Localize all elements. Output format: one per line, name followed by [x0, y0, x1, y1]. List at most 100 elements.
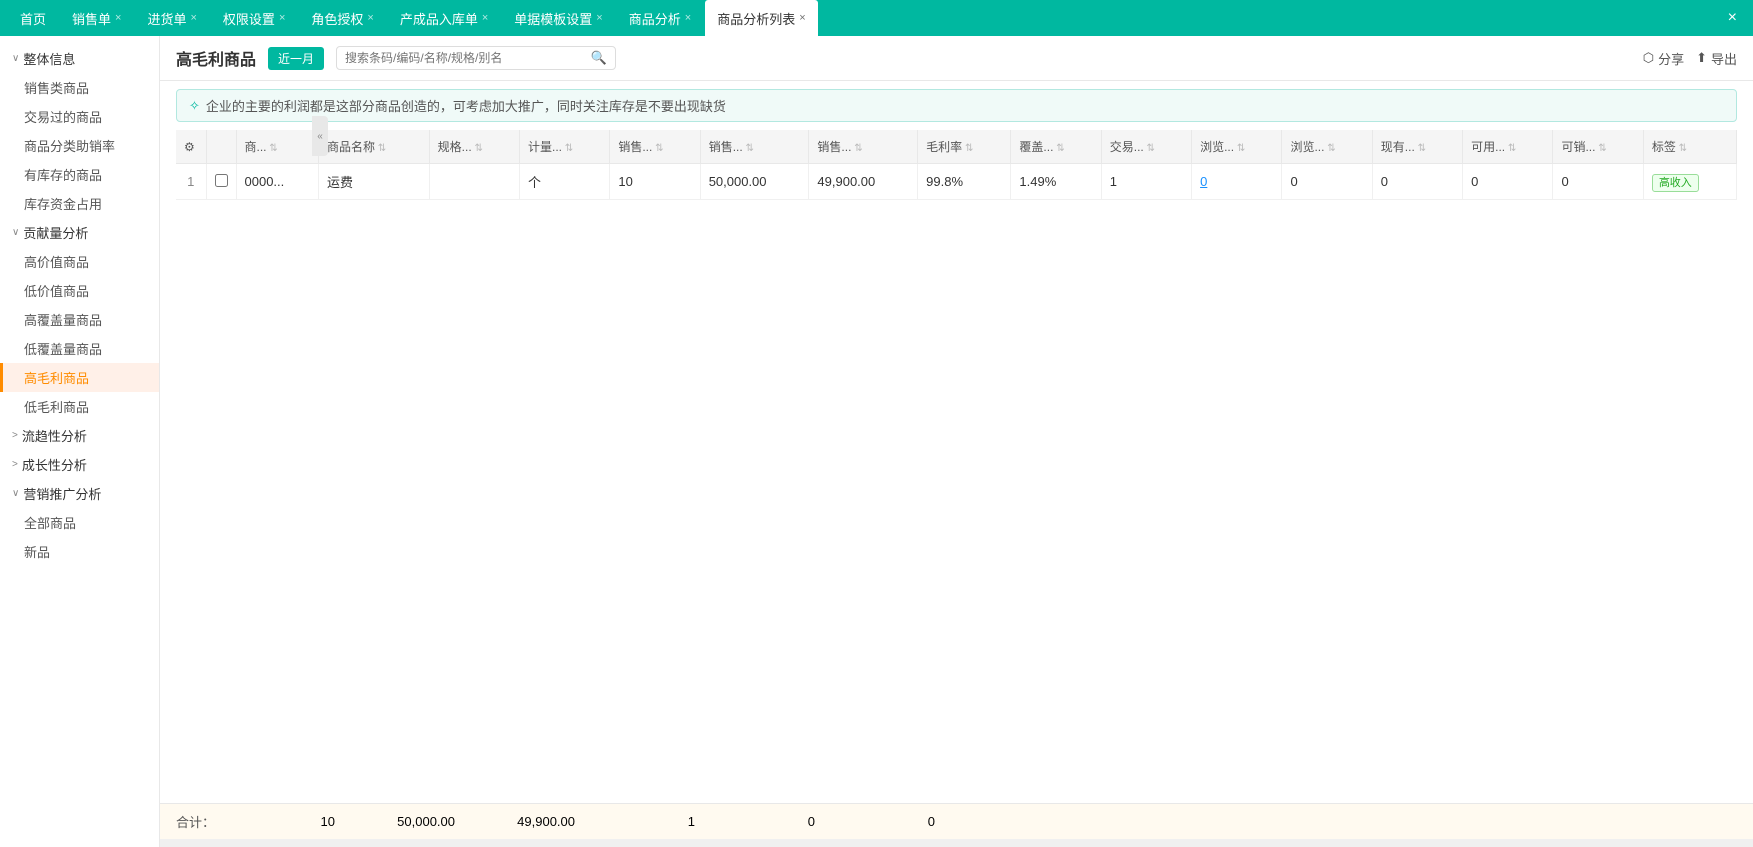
sort-icon[interactable]: ⇅ — [1676, 143, 1687, 154]
cell-stock_available: 0 — [1463, 164, 1553, 200]
sort-icon[interactable]: ⇅ — [962, 143, 973, 154]
col-header-spec[interactable]: 规格... ⇅ — [429, 130, 519, 164]
export-button[interactable]: ⬆ 导出 — [1696, 49, 1737, 68]
nav-tab-首页[interactable]: 首页 — [8, 0, 58, 36]
nav-tab-进货单[interactable]: 进货单× — [135, 0, 208, 36]
sidebar-item-有库存的商品[interactable]: 有库存的商品 — [0, 160, 159, 189]
col-header-tag[interactable]: 标签 ⇅ — [1643, 130, 1736, 164]
row-checkbox-cell[interactable] — [206, 164, 236, 200]
sort-icon[interactable]: ⇅ — [375, 143, 386, 154]
sidebar-item-低覆盖量商品[interactable]: 低覆盖量商品 — [0, 334, 159, 363]
banner-text: 企业的主要的利润都是这部分商品创造的，可考虑加大推广，同时关注库存是不要出现缺货 — [206, 96, 726, 115]
group-label: 营销推广分析 — [23, 484, 101, 503]
sort-icon[interactable]: ⇅ — [743, 143, 754, 154]
sidebar-item-全部商品[interactable]: 全部商品 — [0, 508, 159, 537]
bottom-scrollbar[interactable] — [160, 839, 1753, 847]
col-header-name[interactable]: 商品名称 ⇅ — [318, 130, 429, 164]
sidebar-item-低毛利商品[interactable]: 低毛利商品 — [0, 392, 159, 421]
share-button[interactable]: ⬡ 分享 — [1643, 49, 1684, 68]
nav-tab-商品分析[interactable]: 商品分析× — [617, 0, 703, 36]
col-header-sales_amount[interactable]: 销售... ⇅ — [700, 130, 809, 164]
sort-icon[interactable]: ⇅ — [267, 143, 278, 154]
sidebar-group-整体信息[interactable]: ∨ 整体信息 — [0, 44, 159, 73]
sort-icon[interactable]: ⇅ — [1144, 143, 1155, 154]
nav-tab-产成品入库单[interactable]: 产成品入库单× — [388, 0, 500, 36]
col-header-stock_sellable[interactable]: 可销... ⇅ — [1553, 130, 1643, 164]
sort-icon[interactable]: ⇅ — [1234, 143, 1245, 154]
nav-tab-单据模板设置[interactable]: 单据模板设置× — [502, 0, 614, 36]
group-arrow-icon: > — [12, 459, 18, 470]
close-tab-icon[interactable]: × — [685, 12, 691, 24]
sidebar-item-库存资金占用[interactable]: 库存资金占用 — [0, 189, 159, 218]
col-header-code[interactable]: 商... ⇅ — [236, 130, 318, 164]
sidebar-item-低价值商品[interactable]: 低价值商品 — [0, 276, 159, 305]
sidebar-group-贡献量分析[interactable]: ∨ 贡献量分析 — [0, 218, 159, 247]
sidebar-collapse-button[interactable]: « — [312, 116, 328, 156]
nav-tab-商品分析列表[interactable]: 商品分析列表× — [705, 0, 817, 36]
col-header-sales_profit[interactable]: 销售... ⇅ — [809, 130, 918, 164]
close-tab-icon[interactable]: × — [799, 12, 805, 24]
sort-icon[interactable]: ⇅ — [1324, 143, 1335, 154]
sidebar-item-商品分类助销率[interactable]: 商品分类助销率 — [0, 131, 159, 160]
col-header-gross_margin[interactable]: 毛利率 ⇅ — [918, 130, 1011, 164]
sort-icon[interactable]: ⇅ — [1415, 143, 1426, 154]
sidebar-group-营销推广分析[interactable]: ∨营销推广分析 — [0, 479, 159, 508]
close-tab-icon[interactable]: × — [115, 12, 121, 24]
close-tab-icon[interactable]: × — [596, 12, 602, 24]
close-tab-icon[interactable]: × — [190, 12, 196, 24]
col-header-views2[interactable]: 浏览... ⇅ — [1282, 130, 1372, 164]
cell-transaction: 1 — [1101, 164, 1191, 200]
cell-views2: 0 — [1282, 164, 1372, 200]
close-tab-icon[interactable]: × — [279, 12, 285, 24]
sort-icon[interactable]: ⇅ — [472, 143, 483, 154]
col-header-transaction[interactable]: 交易... ⇅ — [1101, 130, 1191, 164]
content-area: 高毛利商品 近一月 🔍 ⬡ 分享 ⬆ 导出 ✧ 企业的主要的利润都是这部分商品创… — [160, 36, 1753, 847]
sidebar-item-高覆盖量商品[interactable]: 高覆盖量商品 — [0, 305, 159, 334]
group-label: 贡献量分析 — [23, 223, 88, 242]
group-label: 流趋性分析 — [22, 426, 87, 445]
row-checkbox[interactable] — [215, 174, 228, 187]
col-header-coverage[interactable]: 覆盖... ⇅ — [1011, 130, 1101, 164]
sort-icon[interactable]: ⇅ — [1053, 143, 1064, 154]
window-close-button[interactable]: × — [1720, 9, 1745, 27]
col-header-views1[interactable]: 浏览... ⇅ — [1192, 130, 1282, 164]
footer-stock-current: 0 — [735, 814, 815, 829]
group-arrow-icon: ∨ — [12, 53, 19, 64]
sort-icon[interactable]: ⇅ — [652, 143, 663, 154]
sort-icon[interactable]: ⇅ — [1595, 143, 1606, 154]
footer-sales-qty: 10 — [255, 814, 335, 829]
sidebar-item-高价值商品[interactable]: 高价值商品 — [0, 247, 159, 276]
search-icon[interactable]: 🔍 — [591, 50, 607, 66]
sort-icon[interactable]: ⇅ — [562, 143, 573, 154]
col-header-stock_current[interactable]: 现有... ⇅ — [1372, 130, 1462, 164]
col-header-sales_qty[interactable]: 销售... ⇅ — [610, 130, 700, 164]
sidebar-group-流趋性分析[interactable]: >流趋性分析 — [0, 421, 159, 450]
sidebar-item-新品[interactable]: 新品 — [0, 537, 159, 566]
info-banner: ✧ 企业的主要的利润都是这部分商品创造的，可考虑加大推广，同时关注库存是不要出现… — [176, 89, 1737, 122]
sidebar-item-销售类商品[interactable]: 销售类商品 — [0, 73, 159, 102]
export-icon: ⬆ — [1696, 50, 1707, 66]
close-tab-icon[interactable]: × — [482, 12, 488, 24]
sort-icon[interactable]: ⇅ — [851, 143, 862, 154]
sort-icon[interactable]: ⇅ — [1505, 143, 1516, 154]
col-header-stock_available[interactable]: 可用... ⇅ — [1463, 130, 1553, 164]
cell-gross_margin: 99.8% — [918, 164, 1011, 200]
nav-tab-权限设置[interactable]: 权限设置× — [211, 0, 297, 36]
group-arrow-icon: ∨ — [12, 227, 19, 238]
group-label: 整体信息 — [23, 49, 75, 68]
sidebar-item-交易过的商品[interactable]: 交易过的商品 — [0, 102, 159, 131]
cell-stock_current: 0 — [1372, 164, 1462, 200]
cell-views1[interactable]: 0 — [1192, 164, 1282, 200]
nav-tab-角色授权[interactable]: 角色授权× — [299, 0, 385, 36]
nav-tab-销售单[interactable]: 销售单× — [60, 0, 133, 36]
period-button[interactable]: 近一月 — [268, 47, 324, 70]
footer-sales-amount: 50,000.00 — [375, 814, 455, 829]
search-input[interactable] — [345, 51, 585, 65]
tag-badge: 高收入 — [1652, 174, 1699, 192]
close-tab-icon[interactable]: × — [367, 12, 373, 24]
sidebar-group-成长性分析[interactable]: >成长性分析 — [0, 450, 159, 479]
col-header-unit[interactable]: 计量... ⇅ — [520, 130, 610, 164]
sidebar-item-高毛利商品[interactable]: 高毛利商品 — [0, 363, 159, 392]
cell-spec — [429, 164, 519, 200]
cell-name: 运费 — [318, 164, 429, 200]
